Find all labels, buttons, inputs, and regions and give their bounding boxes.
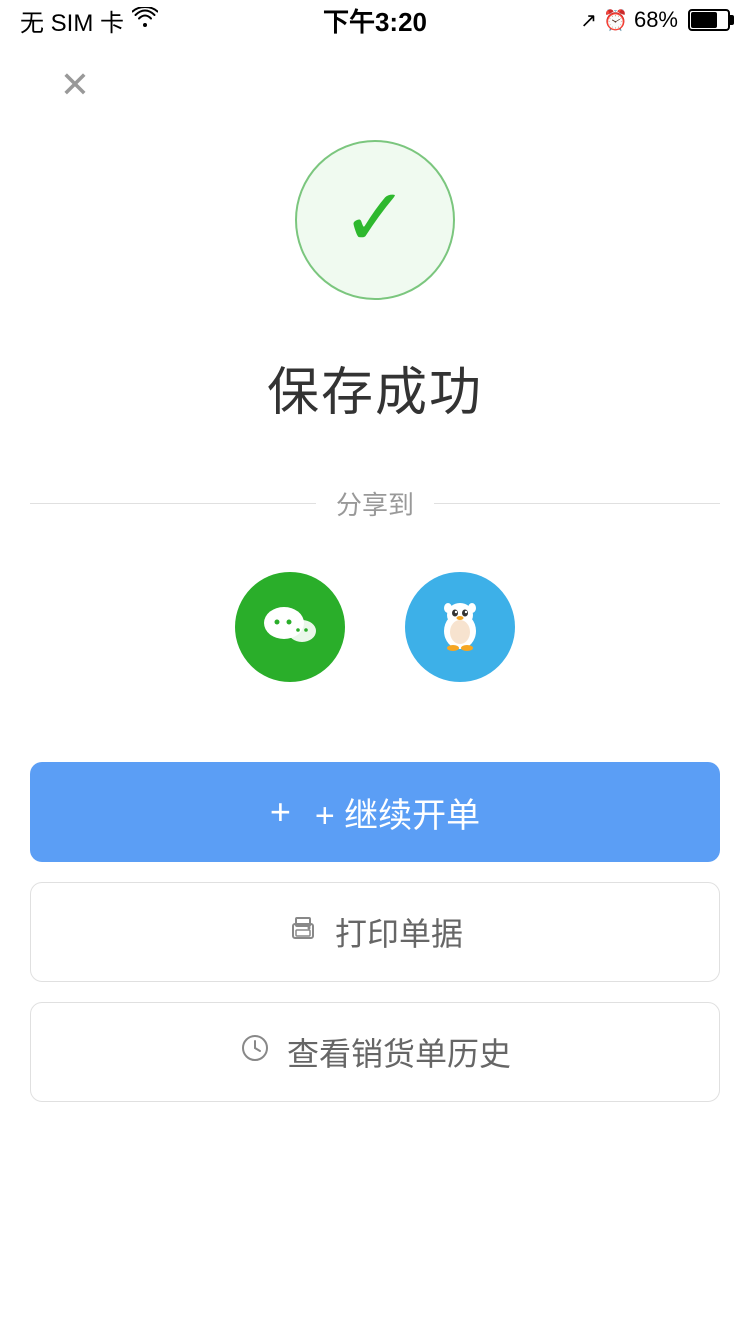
share-section: 分享到 [0,485,750,762]
qq-icon [429,596,491,658]
divider-right [434,503,720,504]
divider-left [30,503,316,504]
plus-icon: + [270,791,291,833]
close-button[interactable]: ✕ [50,60,100,110]
battery-percent: 68% [634,7,678,33]
history-icon [239,1032,271,1072]
success-title: 保存成功 [267,350,483,425]
close-icon: ✕ [60,67,90,103]
print-label: 打印单据 [335,909,463,955]
wechat-share-button[interactable] [235,572,345,682]
location-icon: ↗ [580,8,597,33]
printer-icon [287,912,319,952]
status-time: 下午3:20 [323,2,427,39]
history-button[interactable]: 查看销货单历史 [30,1002,720,1102]
print-button[interactable]: 打印单据 [30,882,720,982]
share-divider: 分享到 [30,485,720,522]
no-sim-text: 无 SIM 卡 [20,3,124,38]
qq-share-button[interactable] [405,572,515,682]
checkmark-icon: ✓ [341,178,408,258]
wifi-icon [132,6,158,34]
success-circle: ✓ [295,140,455,300]
battery-icon [688,9,730,31]
status-left: 无 SIM 卡 [20,3,158,38]
alarm-icon: ⏰ [603,8,628,33]
status-bar: 无 SIM 卡 下午3:20 ↗ ⏰ 68% [0,0,750,40]
share-icons [30,572,720,682]
history-label: 查看销货单历史 [287,1029,511,1075]
continue-order-button[interactable]: + + 继续开单 [30,762,720,862]
continue-label: + 继续开单 [315,788,480,837]
status-right: ↗ ⏰ 68% [580,7,730,33]
wechat-icon [258,595,323,660]
action-buttons: + + 继续开单 打印单据 查看销货单历史 [0,762,750,1102]
share-label: 分享到 [316,485,434,522]
main-content: ✓ 保存成功 分享到 [0,40,750,1102]
